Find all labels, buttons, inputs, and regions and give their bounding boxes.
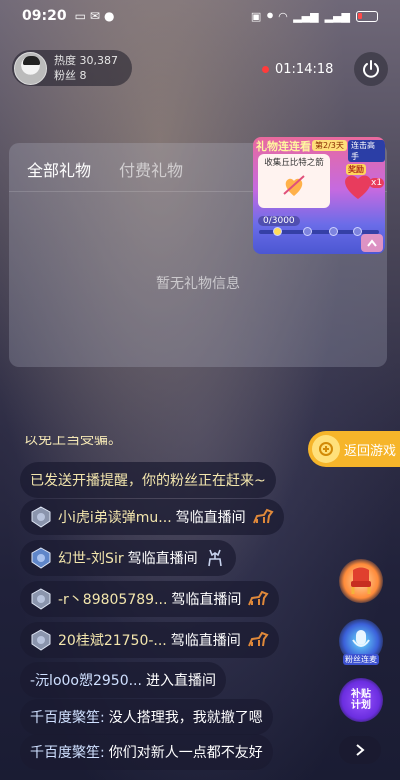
return-game-label: 返回游戏 bbox=[344, 443, 397, 459]
subsidy-label-line1: 补贴 bbox=[351, 689, 371, 700]
cupid-arrow-icon bbox=[283, 175, 305, 196]
chevron-up-icon bbox=[367, 239, 377, 247]
mail-icon: ✉ bbox=[89, 9, 100, 23]
chat-message: 小i虎i弟读弹mu... 驾临直播间 bbox=[20, 499, 284, 535]
throne-button[interactable] bbox=[339, 559, 383, 603]
fans-count: 粉丝 8 bbox=[54, 69, 87, 82]
notification-icon: ● bbox=[103, 9, 115, 23]
event-progress-node bbox=[353, 227, 362, 236]
gift-event-card[interactable]: 礼物连连看 第2/3天 连击高手 收集丘比特之箭 奖励 x1 0/3000 bbox=[253, 137, 385, 254]
message-icon: ▭ bbox=[74, 9, 86, 23]
tab-all-gifts[interactable]: 全部礼物 bbox=[27, 157, 91, 181]
user-nickname[interactable]: 小i虎i弟读弹mu... bbox=[58, 507, 172, 527]
end-live-button[interactable] bbox=[354, 52, 388, 86]
host-info[interactable]: 热度 30,387 粉丝 8 bbox=[12, 50, 132, 86]
signal-icon: ▂▄▆ bbox=[293, 9, 319, 23]
collapse-event-button[interactable] bbox=[361, 234, 383, 252]
event-title: 礼物连连看 bbox=[256, 140, 311, 153]
chevron-right-icon bbox=[356, 744, 365, 756]
event-task-label: 收集丘比特之箭 bbox=[264, 158, 324, 168]
user-nickname[interactable]: 20桂斌21750-... bbox=[58, 630, 167, 650]
rank-badge-icon bbox=[31, 506, 51, 528]
chat-message: -r丶89805789... 驾临直播间 bbox=[20, 581, 280, 617]
tab-paid-gifts[interactable]: 付费礼物 bbox=[119, 157, 183, 181]
return-game-button[interactable]: 返回游戏 bbox=[308, 431, 400, 467]
status-time: 09:20 bbox=[22, 8, 67, 24]
event-progress-node bbox=[303, 227, 312, 236]
fan-mic-button[interactable]: 粉丝连麦 bbox=[339, 619, 383, 665]
status-bar: 09:20 ▭ ✉ ● ▣ ⏺ ◠ ▂▄▆ ▂▄▆ bbox=[0, 0, 400, 32]
event-day-badge: 第2/3天 bbox=[312, 140, 347, 151]
subsidy-plan-button[interactable]: 补贴 计划 bbox=[339, 678, 383, 722]
event-progress-node bbox=[329, 227, 338, 236]
chat-message: -沅lo0o愬2950... 进入直播间 bbox=[20, 662, 226, 698]
chat-text: 你们对新人一点都不友好 bbox=[108, 745, 263, 761]
rank-badge-icon bbox=[31, 629, 51, 651]
signal2-icon: ▂▄▆ bbox=[324, 9, 350, 23]
throne-icon bbox=[351, 567, 371, 594]
mic-icon: ⏺ bbox=[267, 9, 273, 22]
fan-mic-label: 粉丝连麦 bbox=[343, 654, 379, 665]
more-button[interactable] bbox=[339, 736, 381, 764]
user-nickname[interactable]: 千百度檠笙: bbox=[30, 707, 105, 727]
chat-clipped-line: 以免上当受骗。 bbox=[24, 436, 122, 448]
enter-action-text: 驾临直播间 bbox=[171, 592, 242, 608]
event-progress-text: 0/3000 bbox=[258, 216, 300, 226]
subsidy-label-line2: 计划 bbox=[351, 700, 371, 711]
microphone-icon bbox=[352, 630, 370, 647]
event-multiplier: x1 bbox=[369, 178, 385, 188]
game-controller-icon bbox=[312, 435, 340, 463]
horse-icon bbox=[247, 631, 269, 647]
battery-icon bbox=[356, 10, 378, 22]
enter-action-text: 进入直播间 bbox=[145, 673, 216, 689]
live-timer: 01:14:18 bbox=[262, 62, 333, 77]
chat-message: 千百度檠笙: 你们对新人一点都不友好 bbox=[20, 734, 273, 770]
enter-action-text: 驾临直播间 bbox=[127, 551, 198, 567]
chat-message: 20桂斌21750-... 驾临直播间 bbox=[20, 622, 279, 658]
enter-action-text: 驾临直播间 bbox=[175, 510, 246, 526]
horse-icon bbox=[248, 590, 270, 606]
user-nickname[interactable]: -沅lo0o愬2950... bbox=[30, 670, 142, 690]
horse-icon bbox=[252, 508, 274, 524]
event-progress-node bbox=[273, 227, 282, 236]
wifi-icon: ◠ bbox=[278, 9, 288, 23]
live-dot-icon bbox=[262, 66, 269, 73]
gift-empty-text: 暂无礼物信息 bbox=[156, 276, 240, 292]
power-icon bbox=[363, 60, 379, 78]
chat-message: 已发送开播提醒，你的粉丝正在赶来~ bbox=[20, 462, 276, 498]
live-duration: 01:14:18 bbox=[275, 62, 334, 77]
enter-action-text: 驾临直播间 bbox=[170, 633, 241, 649]
heat-count: 热度 30,387 bbox=[54, 54, 118, 67]
chat-message: 千百度檠笙: 没人搭理我，我就撤了嗯 bbox=[20, 699, 273, 735]
deer-icon bbox=[207, 549, 222, 567]
chat-message: 幻世-刘Sir 驾临直播间 bbox=[20, 540, 236, 576]
rank-badge-icon bbox=[31, 547, 51, 569]
chat-text: 没人搭理我，我就撤了嗯 bbox=[108, 710, 263, 726]
cast-icon: ▣ bbox=[250, 9, 262, 23]
avatar[interactable] bbox=[14, 51, 47, 85]
system-message-text: 已发送开播提醒，你的粉丝正在赶来~ bbox=[30, 473, 266, 489]
user-nickname[interactable]: -r丶89805789... bbox=[58, 589, 167, 609]
user-nickname[interactable]: 幻世-刘Sir bbox=[58, 548, 124, 568]
rank-badge-icon bbox=[31, 588, 51, 610]
event-rank-badge[interactable]: 连击高手 bbox=[348, 140, 385, 162]
user-nickname[interactable]: 千百度檠笙: bbox=[30, 742, 105, 762]
event-task-box: 收集丘比特之箭 bbox=[258, 154, 330, 208]
